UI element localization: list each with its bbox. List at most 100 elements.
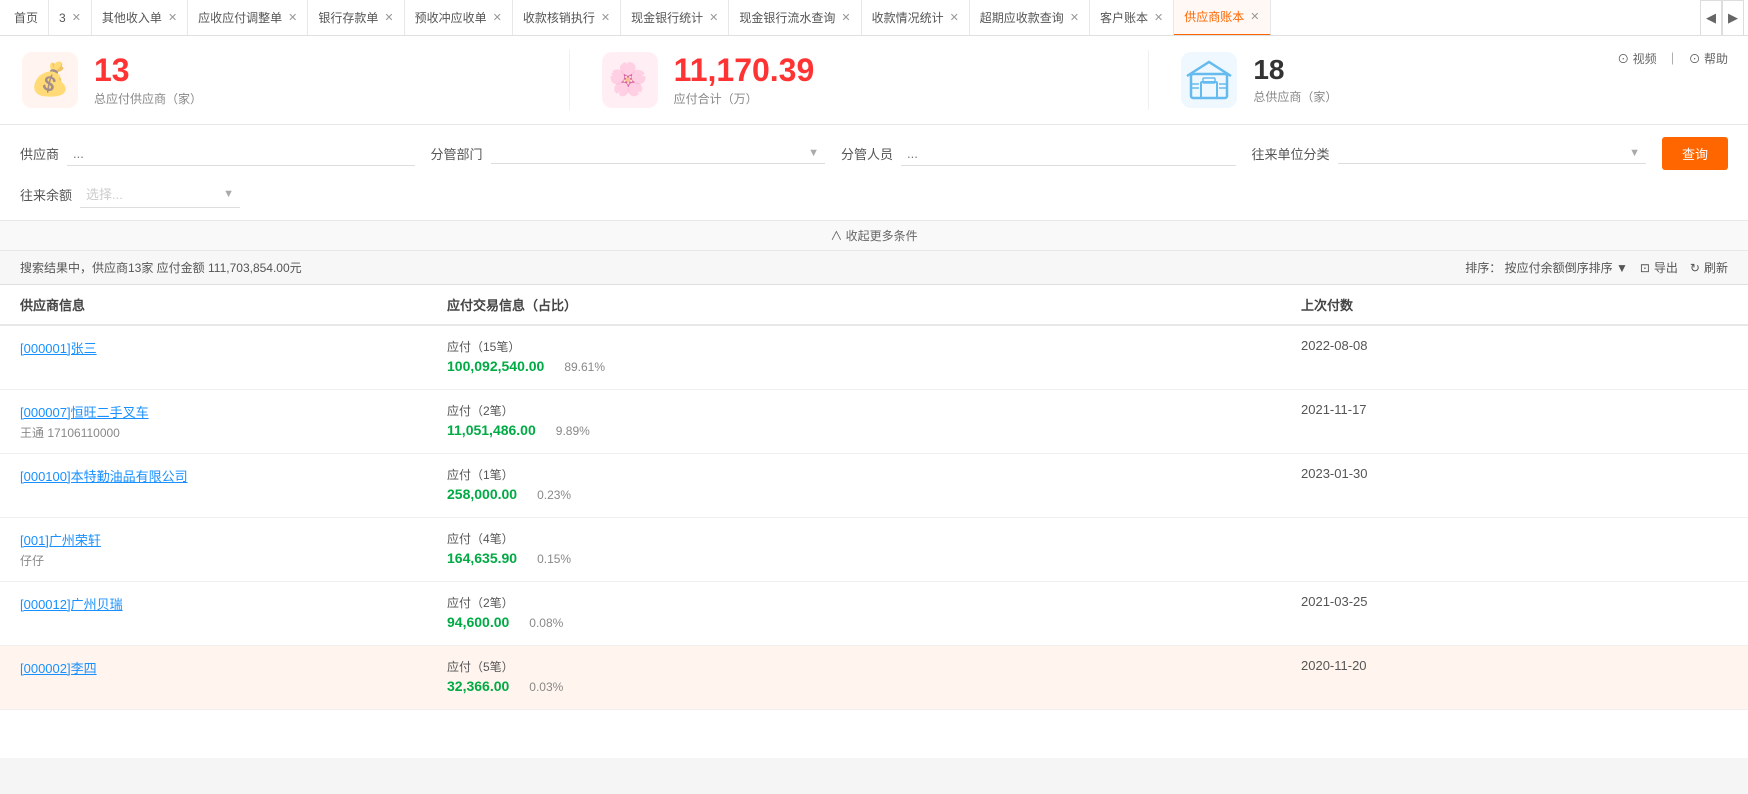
tx-amount-2[interactable]: 11,051,486.00 [447, 422, 536, 438]
filter-supplier-input[interactable] [67, 142, 414, 166]
nav-tab-advance-check-close[interactable]: ✕ [493, 11, 502, 24]
nav-tab-ap-adjust-close[interactable]: ✕ [288, 11, 297, 24]
export-button[interactable]: ⊡ 导出 [1640, 259, 1678, 276]
nav-tab-receipt-stat-close[interactable]: ✕ [950, 11, 959, 24]
nav-tab-cash-bank-stat-close[interactable]: ✕ [709, 11, 718, 24]
tx-cell-5: 应付（2笔） 94,600.00 0.08% [447, 594, 1301, 633]
col-last-payment: 上次付数 [1301, 295, 1728, 314]
tx-amount-1[interactable]: 100,092,540.00 [447, 358, 544, 374]
nav-tab-3[interactable]: 3 ✕ [49, 0, 92, 36]
nav-tab-customer-account[interactable]: 客户账本 ✕ [1090, 0, 1174, 36]
query-button[interactable]: 查询 [1662, 137, 1728, 170]
nav-tab-supplier-account[interactable]: 供应商账本 ✕ [1174, 0, 1270, 36]
tx-amount-3[interactable]: 258,000.00 [447, 486, 517, 502]
nav-arrow-right[interactable]: ▶ [1722, 0, 1744, 36]
filter-supplier: 供应商 [20, 142, 415, 166]
filter-supplier-label: 供应商 [20, 144, 59, 163]
nav-tab-overdue-query-label: 超期应收款查询 [980, 9, 1064, 26]
nav-tab-cash-bank-query-label: 现金银行流水查询 [739, 9, 835, 26]
nav-tab-receipt-exec-label: 收款核销执行 [523, 9, 595, 26]
payable-amount-icon: 🌸 [600, 50, 660, 110]
nav-tab-bank-deposit[interactable]: 银行存款单 ✕ [308, 0, 404, 36]
supplier-link-1[interactable]: [000001]张三 [20, 338, 447, 357]
filter-category-label: 往来单位分类 [1252, 144, 1330, 163]
nav-tab-home-label: 首页 [14, 9, 38, 26]
nav-tab-bank-deposit-close[interactable]: ✕ [384, 11, 393, 24]
tx-amount-5[interactable]: 94,600.00 [447, 614, 509, 630]
tx-amount-6[interactable]: 32,366.00 [447, 678, 509, 694]
supplier-link-6[interactable]: [000002]李四 [20, 658, 447, 677]
refresh-button[interactable]: ↻ 刷新 [1690, 259, 1728, 276]
video-btn[interactable]: ⊙ 视频 [1617, 50, 1656, 67]
nav-tab-supplier-account-close[interactable]: ✕ [1250, 10, 1259, 23]
filter-category: 往来单位分类 ▼ [1252, 143, 1647, 164]
last-pay-1: 2022-08-08 [1301, 338, 1368, 353]
stat-payable-suppliers-number: 13 [94, 54, 202, 86]
tx-row-5: 94,600.00 0.08% [447, 611, 1301, 633]
tx-percent-2: 9.89% [556, 424, 590, 438]
nav-tab-3-close[interactable]: ✕ [72, 11, 81, 24]
filter-category-select[interactable]: ▼ [1338, 143, 1646, 164]
nav-tab-receipt-exec-close[interactable]: ✕ [601, 11, 610, 24]
table-row: [000002]李四 应付（5笔） 32,366.00 0.03% 2020-1… [0, 646, 1748, 710]
filter-balance: 往来余额 选择... ▼ [20, 180, 240, 208]
stat-total-suppliers-number: 18 [1253, 56, 1337, 84]
filter-person-label: 分管人员 [841, 144, 893, 163]
filter-person-input[interactable] [901, 142, 1235, 166]
lastpay-cell-1: 2022-08-08 [1301, 338, 1728, 353]
nav-tab-cash-bank-query-close[interactable]: ✕ [841, 11, 850, 24]
tx-row-3: 258,000.00 0.23% [447, 483, 1301, 505]
supplier-link-5[interactable]: [000012]广州贝瑞 [20, 594, 447, 613]
supplier-cell-4: [001]广州荣轩 仔仔 [20, 530, 447, 569]
nav-tab-home[interactable]: 首页 [4, 0, 49, 36]
supplier-contact-4: 仔仔 [20, 552, 447, 569]
last-pay-5: 2021-03-25 [1301, 594, 1368, 609]
nav-tab-customer-account-close[interactable]: ✕ [1154, 11, 1163, 24]
filter-balance-chevron: ▼ [223, 188, 234, 200]
sort-label: 排序： 按应付余额倒序排序 ▼ [1465, 259, 1628, 276]
supplier-link-3[interactable]: [000100]本特勤油品有限公司 [20, 466, 447, 485]
supplier-cell-6: [000002]李四 [20, 658, 447, 677]
stat-payable-amount-number: 11,170.39 [674, 54, 815, 86]
filter-department-select[interactable]: ▼ [491, 143, 825, 164]
help-btn[interactable]: ⊙ 帮助 [1689, 50, 1728, 67]
nav-tab-overdue-query[interactable]: 超期应收款查询 ✕ [970, 0, 1090, 36]
tx-label-2: 应付（2笔） [447, 402, 1301, 419]
sort-value[interactable]: 按应付余额倒序排序 [1505, 261, 1613, 275]
nav-tab-receipt-exec[interactable]: 收款核销执行 ✕ [513, 0, 621, 36]
lastpay-cell-5: 2021-03-25 [1301, 594, 1728, 609]
table-row: [000012]广州贝瑞 应付（2笔） 94,600.00 0.08% 2021… [0, 582, 1748, 646]
nav-tab-receipt-stat[interactable]: 收款情况统计 ✕ [862, 0, 970, 36]
lastpay-cell-2: 2021-11-17 [1301, 402, 1728, 417]
header-actions: ⊙ 视频 ｜ ⊙ 帮助 [1617, 50, 1728, 67]
table-row: [000001]张三 应付（15笔） 100,092,540.00 89.61%… [0, 326, 1748, 390]
tx-amount-4[interactable]: 164,635.90 [447, 550, 517, 566]
nav-tab-advance-check[interactable]: 预收冲应收单 ✕ [405, 0, 513, 36]
results-summary: 搜索结果中，供应商13家 应付金额 111,703,854.00元 [20, 259, 302, 276]
filter-balance-select[interactable]: 选择... ▼ [80, 180, 240, 208]
supplier-link-4[interactable]: [001]广州荣轩 [20, 530, 447, 549]
sort-chevron: ▼ [1616, 261, 1628, 275]
svg-text:💰: 💰 [30, 61, 70, 98]
collapse-bar[interactable]: ∧ 收起更多条件 [0, 221, 1748, 251]
nav-tab-ap-adjust[interactable]: 应收应付调整单 ✕ [188, 0, 308, 36]
tx-label-1: 应付（15笔） [447, 338, 1301, 355]
collapse-icon: ∧ [830, 229, 842, 243]
nav-tab-cash-bank-query[interactable]: 现金银行流水查询 ✕ [729, 0, 861, 36]
filter-department: 分管部门 ▼ [431, 143, 826, 164]
tx-row-6: 32,366.00 0.03% [447, 675, 1301, 697]
filter-department-chevron: ▼ [808, 147, 819, 159]
refresh-icon: ↻ [1690, 261, 1700, 275]
supplier-link-2[interactable]: [000007]恒旺二手叉车 [20, 402, 447, 421]
table-header: 供应商信息 应付交易信息（占比） 上次付数 [0, 285, 1748, 326]
supplier-cell-5: [000012]广州贝瑞 [20, 594, 447, 613]
nav-tab-other-income-close[interactable]: ✕ [168, 11, 177, 24]
nav-tab-advance-check-label: 预收冲应收单 [415, 9, 487, 26]
nav-tab-other-income[interactable]: 其他收入单 ✕ [92, 0, 188, 36]
tx-percent-3: 0.23% [537, 488, 571, 502]
nav-arrow-left[interactable]: ◀ [1700, 0, 1722, 36]
nav-tab-3-label: 3 [59, 11, 66, 25]
nav-tab-cash-bank-stat[interactable]: 现金银行统计 ✕ [621, 0, 729, 36]
filter-department-label: 分管部门 [431, 144, 483, 163]
nav-tab-overdue-query-close[interactable]: ✕ [1070, 11, 1079, 24]
